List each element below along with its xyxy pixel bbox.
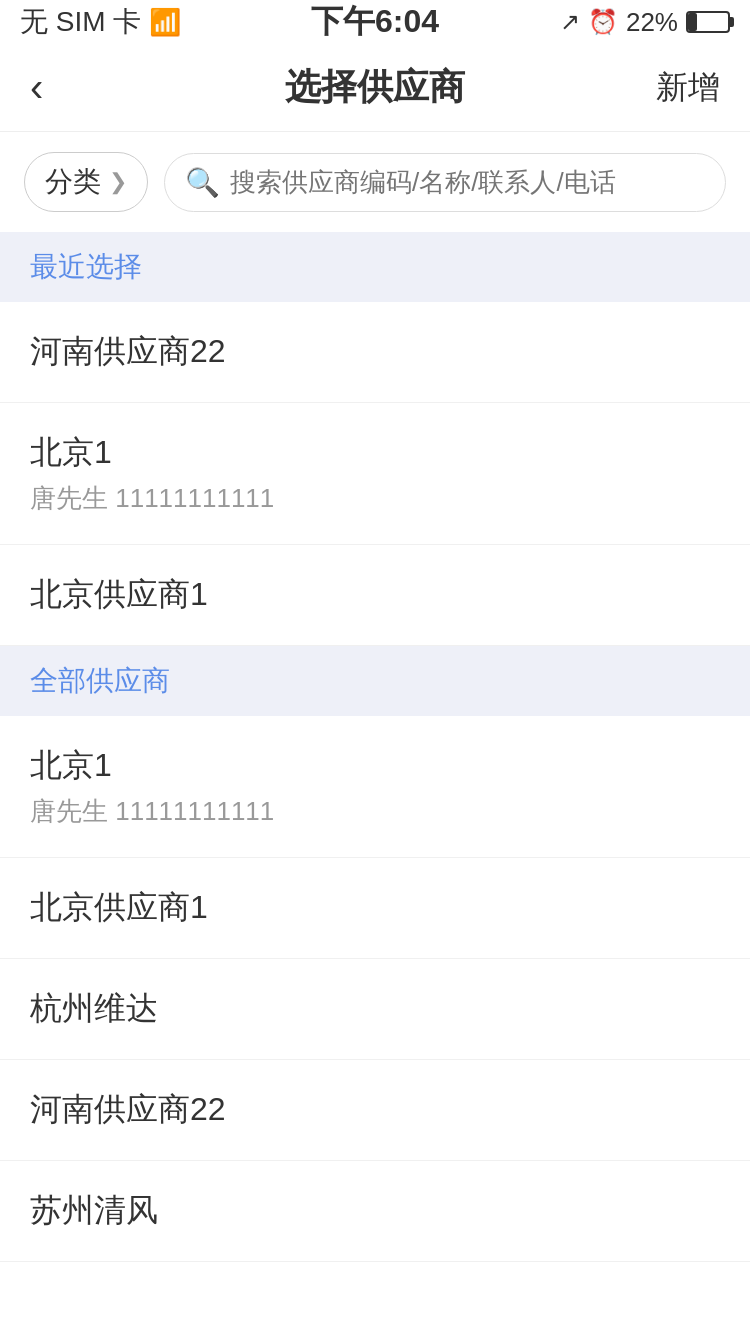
list-item[interactable]: 北京1 唐先生 11111111111: [0, 403, 750, 545]
back-button[interactable]: ‹: [30, 65, 90, 110]
item-name: 北京1: [30, 431, 720, 475]
battery-icon: [686, 11, 730, 33]
category-button[interactable]: 分类 ❯: [24, 152, 148, 212]
all-section-header: 全部供应商: [0, 646, 750, 716]
all-list: 北京1 唐先生 11111111111 北京供应商1 杭州维达河南供应商22 苏州清风: [0, 716, 750, 1262]
battery-percent: 22%: [626, 7, 678, 38]
list-item[interactable]: 苏州清风: [0, 1161, 750, 1262]
item-name: 河南供应商22: [30, 1088, 720, 1132]
all-section-label: 全部供应商: [30, 665, 170, 696]
status-time: 下午6:04: [311, 0, 439, 44]
battery-fill: [688, 13, 697, 31]
page-title: 选择供应商: [285, 63, 465, 112]
chevron-right-icon: ❯: [109, 169, 127, 195]
status-right: ↗ ⏰ 22%: [560, 7, 730, 38]
filter-bar: 分类 ❯ 🔍: [0, 132, 750, 232]
recent-section-header: 最近选择: [0, 232, 750, 302]
alarm-icon: ⏰: [588, 8, 618, 36]
recent-list: 河南供应商22 北京1 唐先生 11111111111 北京供应商1: [0, 302, 750, 646]
item-name: 河南供应商22: [30, 330, 720, 374]
list-item[interactable]: 北京1 唐先生 11111111111: [0, 716, 750, 858]
item-name: 北京供应商1: [30, 886, 720, 930]
list-item[interactable]: 河南供应商22: [0, 1060, 750, 1161]
location-icon: ↗: [560, 8, 580, 36]
search-input[interactable]: [230, 167, 705, 198]
carrier-text: 无 SIM 卡: [20, 3, 141, 41]
list-item[interactable]: 杭州维达: [0, 959, 750, 1060]
list-item[interactable]: 河南供应商22: [0, 302, 750, 403]
item-sub: 唐先生 11111111111: [30, 794, 720, 829]
recent-section-label: 最近选择: [30, 251, 142, 282]
list-item[interactable]: 北京供应商1: [0, 858, 750, 959]
list-item[interactable]: 北京供应商1: [0, 545, 750, 646]
status-bar: 无 SIM 卡 📶 下午6:04 ↗ ⏰ 22%: [0, 0, 750, 44]
item-name: 北京1: [30, 744, 720, 788]
status-left: 无 SIM 卡 📶: [20, 3, 181, 41]
item-name: 苏州清风: [30, 1189, 720, 1233]
nav-bar: ‹ 选择供应商 新增: [0, 44, 750, 132]
category-label: 分类: [45, 163, 101, 201]
item-name: 杭州维达: [30, 987, 720, 1031]
add-button[interactable]: 新增: [656, 66, 720, 110]
wifi-icon: 📶: [149, 7, 181, 38]
item-sub: 唐先生 11111111111: [30, 481, 720, 516]
item-name: 北京供应商1: [30, 573, 720, 617]
search-icon: 🔍: [185, 166, 220, 199]
search-bar[interactable]: 🔍: [164, 153, 726, 212]
